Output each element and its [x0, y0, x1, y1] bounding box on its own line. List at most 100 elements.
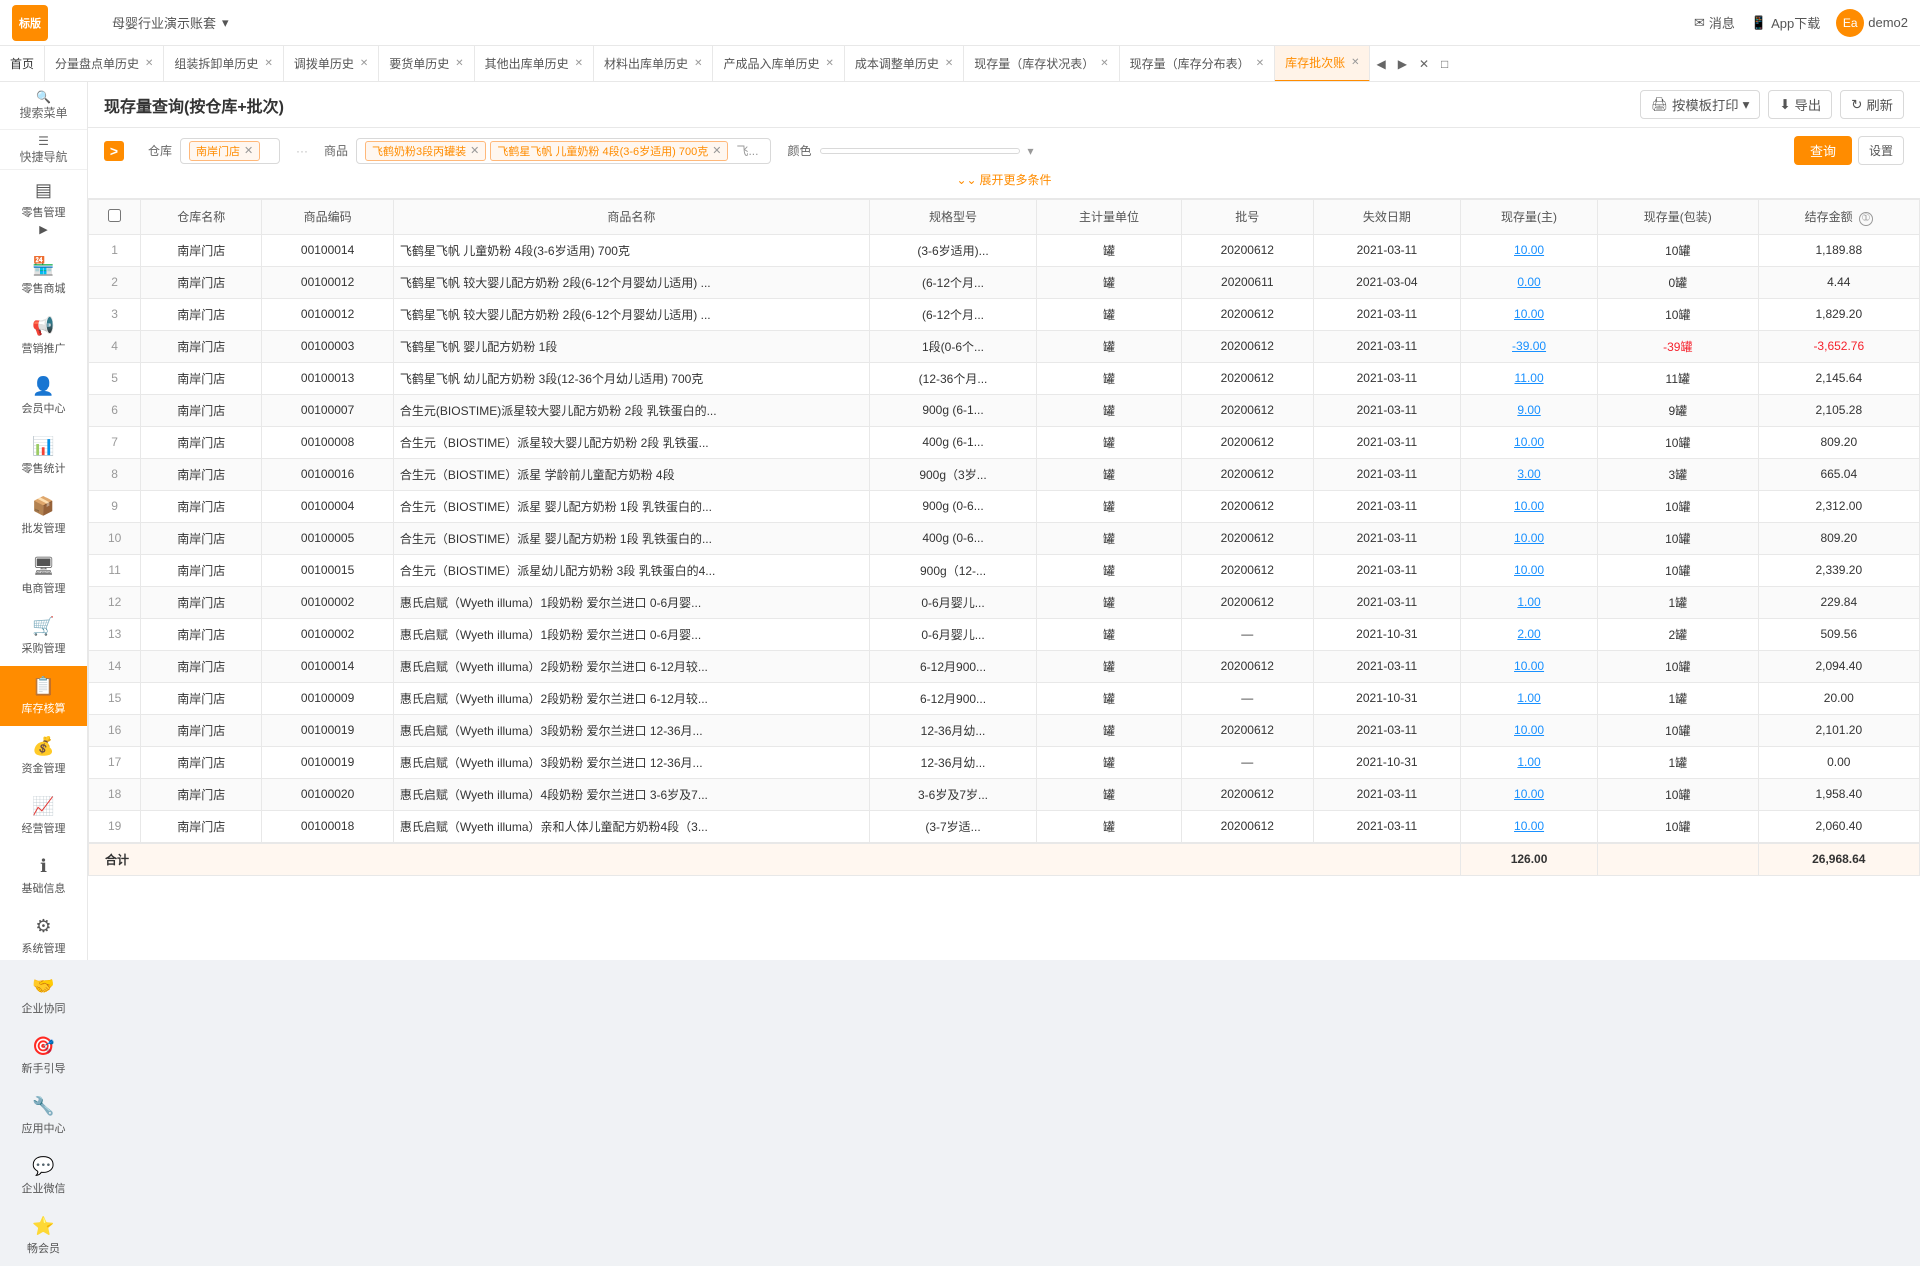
- tab-6[interactable]: 材料出库单历史 ✕: [594, 46, 713, 82]
- cell-qty-main[interactable]: 10.00: [1461, 554, 1598, 586]
- sidebar-search[interactable]: 🔍 搜索菜单: [0, 82, 87, 130]
- close-tab-icon-5[interactable]: ✕: [575, 58, 583, 69]
- sidebar-item-wholesale[interactable]: 📦 批发管理: [0, 486, 87, 546]
- product-tag-box[interactable]: 飞鹤奶粉3段丙罐装 ✕ 飞鹤星飞帆 儿童奶粉 4段(3-6岁适用) 700克 ✕…: [356, 138, 771, 164]
- tab-home[interactable]: 首页: [0, 46, 45, 82]
- color-tag-box[interactable]: [820, 148, 1020, 154]
- sidebar-item-marketing[interactable]: 📢 营销推广: [0, 306, 87, 366]
- cell-qty-main[interactable]: 10.00: [1461, 778, 1598, 810]
- cell-qty-main[interactable]: -39.00: [1461, 330, 1598, 362]
- color-dropdown-icon: ▾: [1028, 144, 1034, 158]
- cell-qty-main[interactable]: 1.00: [1461, 586, 1598, 618]
- tab-11[interactable]: 库存批次账 ✕: [1275, 46, 1370, 82]
- collab-icon: 🤝: [32, 976, 54, 997]
- sidebar-quick-nav[interactable]: ☰ 快捷导航: [0, 130, 87, 170]
- expand-more-btn[interactable]: ⌄⌄ 展开更多条件: [956, 171, 1051, 188]
- tab-1[interactable]: 分量盘点单历史 ✕: [45, 46, 164, 82]
- cell-warehouse: 南岸门店: [141, 362, 262, 394]
- sidebar-item-guide[interactable]: 🎯 新手引导: [0, 1026, 87, 1086]
- sidebar-item-ecommerce[interactable]: 🖥 电商管理: [0, 546, 87, 606]
- query-button[interactable]: 查询: [1794, 136, 1852, 165]
- setting-button[interactable]: 设置: [1858, 136, 1904, 165]
- cell-qty-main[interactable]: 1.00: [1461, 746, 1598, 778]
- close-tab-icon-8[interactable]: ✕: [945, 58, 953, 69]
- col-checkbox[interactable]: [89, 200, 141, 235]
- export-button[interactable]: ⬇ 导出: [1768, 90, 1832, 119]
- close-tab-icon-7[interactable]: ✕: [825, 58, 833, 69]
- warehouse-tag-box[interactable]: 南岸门店 ✕: [180, 138, 280, 164]
- sidebar-item-retail-mgmt[interactable]: ▤ 零售管理 ▶: [0, 170, 87, 246]
- close-tab-icon-4[interactable]: ✕: [455, 58, 463, 69]
- close-tab-icon-2[interactable]: ✕: [264, 58, 272, 69]
- tab-3[interactable]: 调拨单历史 ✕: [284, 46, 379, 82]
- sidebar-item-retail-stats[interactable]: 📊 零售统计: [0, 426, 87, 486]
- tab-10[interactable]: 现存量（库存分布表） ✕: [1120, 46, 1275, 82]
- print-button[interactable]: 🖨 按模板打印 ▾: [1640, 90, 1760, 119]
- tab-9[interactable]: 现存量（库存状况表） ✕: [964, 46, 1119, 82]
- sidebar-item-vip[interactable]: ⭐ 畅会员: [0, 1206, 87, 1266]
- refresh-button[interactable]: ↻ 刷新: [1840, 90, 1904, 119]
- product-tag-2-remove[interactable]: ✕: [712, 144, 721, 157]
- cell-qty-main[interactable]: 1.00: [1461, 682, 1598, 714]
- user-area[interactable]: Ea demo2: [1836, 9, 1908, 37]
- close-tab-icon-1[interactable]: ✕: [145, 58, 153, 69]
- sidebar-item-inventory[interactable]: 📋 库存核算: [0, 666, 87, 726]
- cell-qty-main[interactable]: 10.00: [1461, 298, 1598, 330]
- tab-maximize-btn[interactable]: □: [1435, 57, 1454, 71]
- cell-expire: 2021-03-11: [1313, 554, 1461, 586]
- sidebar-item-purchase[interactable]: 🛒 采购管理: [0, 606, 87, 666]
- cell-qty-main[interactable]: 10.00: [1461, 426, 1598, 458]
- sidebar-item-wechat[interactable]: 💬 企业微信: [0, 1146, 87, 1206]
- warehouse-tag-remove[interactable]: ✕: [244, 144, 253, 157]
- table-row: 10 南岸门店 00100005 合生元（BIOSTIME）派星 婴儿配方奶粉 …: [89, 522, 1920, 554]
- sidebar-item-management[interactable]: 📈 经营管理: [0, 786, 87, 846]
- tab-2[interactable]: 组装拆卸单历史 ✕: [164, 46, 283, 82]
- close-tab-icon-3[interactable]: ✕: [360, 58, 368, 69]
- sidebar-item-basic-info[interactable]: ℹ 基础信息: [0, 846, 87, 906]
- expand-btn[interactable]: >: [104, 141, 124, 161]
- sidebar-item-collab[interactable]: 🤝 企业协同: [0, 966, 87, 1026]
- message-button[interactable]: ✉ 消息: [1694, 13, 1735, 32]
- cell-qty-main[interactable]: 0.00: [1461, 266, 1598, 298]
- close-tab-icon-10[interactable]: ✕: [1256, 58, 1264, 69]
- close-tab-icon-6[interactable]: ✕: [694, 58, 702, 69]
- tab-close-all-btn[interactable]: ✕: [1413, 57, 1435, 71]
- cell-qty-main[interactable]: 10.00: [1461, 490, 1598, 522]
- org-selector[interactable]: 母婴行业演示账套 ▾: [100, 13, 1694, 32]
- close-tab-icon-9[interactable]: ✕: [1100, 58, 1108, 69]
- table-row: 7 南岸门店 00100008 合生元（BIOSTIME）派星较大婴儿配方奶粉 …: [89, 426, 1920, 458]
- filter-dots-1[interactable]: ···: [296, 144, 308, 158]
- cell-expire: 2021-03-11: [1313, 458, 1461, 490]
- select-all-checkbox[interactable]: [108, 209, 121, 222]
- cell-qty-main[interactable]: 10.00: [1461, 810, 1598, 843]
- sidebar-item-finance[interactable]: 💰 资金管理: [0, 726, 87, 786]
- cell-qty-main[interactable]: 11.00: [1461, 362, 1598, 394]
- cell-qty-main[interactable]: 10.00: [1461, 650, 1598, 682]
- cell-qty-main[interactable]: 10.00: [1461, 234, 1598, 266]
- cell-qty-main[interactable]: 10.00: [1461, 522, 1598, 554]
- close-tab-icon-11[interactable]: ✕: [1351, 57, 1359, 68]
- product-tag-1-text: 飞鹤奶粉3段丙罐装: [372, 143, 466, 159]
- sidebar-item-app-center[interactable]: 🔧 应用中心: [0, 1086, 87, 1146]
- cell-qty-pkg: 10罐: [1597, 298, 1758, 330]
- tab-4[interactable]: 要货单历史 ✕: [379, 46, 474, 82]
- tab-8[interactable]: 成本调整单历史 ✕: [845, 46, 964, 82]
- tab-5[interactable]: 其他出库单历史 ✕: [475, 46, 594, 82]
- app-download-button[interactable]: 📱 App下载: [1751, 13, 1820, 32]
- sidebar-item-system[interactable]: ⚙ 系统管理: [0, 906, 87, 966]
- cell-num: 16: [89, 714, 141, 746]
- sidebar-item-retail-mall[interactable]: 🏪 零售商城: [0, 246, 87, 306]
- tab-prev-btn[interactable]: ◀: [1370, 57, 1391, 71]
- product-dots[interactable]: 飞...: [736, 142, 758, 159]
- tab-next-btn[interactable]: ▶: [1392, 57, 1413, 71]
- tab-7[interactable]: 产成品入库单历史 ✕: [713, 46, 844, 82]
- sidebar-item-member[interactable]: 👤 会员中心: [0, 366, 87, 426]
- cell-warehouse: 南岸门店: [141, 650, 262, 682]
- amount-info-icon[interactable]: ①: [1859, 212, 1873, 226]
- cell-qty-main[interactable]: 3.00: [1461, 458, 1598, 490]
- product-tag-1-remove[interactable]: ✕: [470, 144, 479, 157]
- cell-spec: (3-6岁适用)...: [869, 234, 1036, 266]
- cell-qty-main[interactable]: 9.00: [1461, 394, 1598, 426]
- cell-qty-main[interactable]: 10.00: [1461, 714, 1598, 746]
- cell-qty-main[interactable]: 2.00: [1461, 618, 1598, 650]
